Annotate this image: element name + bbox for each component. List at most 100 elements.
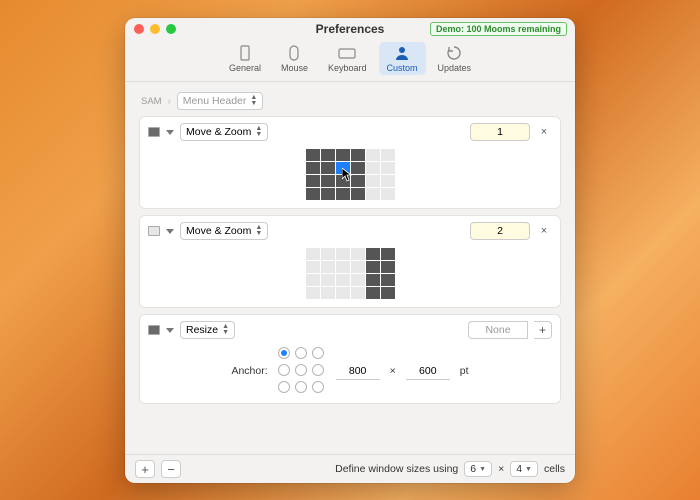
disclosure-toggle[interactable]: [166, 229, 174, 234]
window-title: Preferences: [316, 22, 385, 36]
anchor-radio[interactable]: [278, 347, 290, 359]
anchor-radio[interactable]: [295, 381, 307, 393]
anchor-label: Anchor:: [231, 365, 267, 377]
row-swatch-icon[interactable]: [148, 127, 160, 137]
grid-cell[interactable]: [321, 261, 335, 273]
disclosure-toggle[interactable]: [166, 328, 174, 333]
movezoom-grid[interactable]: [306, 248, 395, 299]
grid-cell[interactable]: [366, 274, 380, 286]
grid-cell[interactable]: [321, 287, 335, 299]
grid-cell[interactable]: [321, 248, 335, 260]
grid-cell[interactable]: [351, 261, 365, 273]
grid-cell[interactable]: [351, 175, 365, 187]
row-swatch-icon[interactable]: [148, 325, 160, 335]
grid-cell[interactable]: [351, 188, 365, 200]
tab-keyboard[interactable]: Keyboard: [320, 42, 375, 75]
action-type-popup[interactable]: Move & Zoom ▲▼: [180, 222, 268, 240]
grid-cell[interactable]: [321, 149, 335, 161]
action-type-popup[interactable]: Resize ▲▼: [180, 321, 235, 339]
close-button[interactable]: [134, 24, 144, 34]
hotkey-clear-button[interactable]: ×: [536, 126, 552, 138]
anchor-radio[interactable]: [278, 364, 290, 376]
grid-cell[interactable]: [306, 162, 320, 174]
grid-cell[interactable]: [336, 248, 350, 260]
row-swatch-icon[interactable]: [148, 226, 160, 236]
grid-cell[interactable]: [366, 248, 380, 260]
anchor-radio[interactable]: [312, 364, 324, 376]
custom-row: Move & Zoom ▲▼ 2 ×: [139, 215, 561, 308]
grid-cell[interactable]: [381, 248, 395, 260]
grid-cell[interactable]: [351, 274, 365, 286]
grid-cell[interactable]: [321, 274, 335, 286]
grid-cell[interactable]: [306, 175, 320, 187]
grid-cell[interactable]: [381, 149, 395, 161]
anchor-radio[interactable]: [312, 347, 324, 359]
add-row-button[interactable]: +: [135, 460, 155, 478]
grid-cell[interactable]: [336, 261, 350, 273]
anchor-radio[interactable]: [295, 347, 307, 359]
grid-cell[interactable]: [381, 188, 395, 200]
anchor-radio[interactable]: [295, 364, 307, 376]
grid-cell[interactable]: [336, 274, 350, 286]
hotkey-field[interactable]: 2: [470, 222, 530, 240]
tab-mouse[interactable]: Mouse: [273, 42, 316, 75]
action-type-popup[interactable]: Move & Zoom ▲▼: [180, 123, 268, 141]
grid-cell[interactable]: [306, 188, 320, 200]
grid-cell[interactable]: [321, 162, 335, 174]
grid-cell[interactable]: [366, 149, 380, 161]
grid-cell[interactable]: [351, 287, 365, 299]
movezoom-grid[interactable]: [306, 149, 395, 200]
anchor-radio-grid: [278, 347, 326, 395]
anchor-radio[interactable]: [278, 381, 290, 393]
grid-cell[interactable]: [381, 175, 395, 187]
tab-label: General: [229, 63, 261, 73]
zoom-button[interactable]: [166, 24, 176, 34]
grid-cell[interactable]: [366, 162, 380, 174]
breadcrumb-root: SAM: [141, 96, 162, 107]
grid-cell[interactable]: [306, 274, 320, 286]
disclosure-toggle[interactable]: [166, 130, 174, 135]
grid-cell[interactable]: [321, 188, 335, 200]
grid-cell[interactable]: [306, 261, 320, 273]
minimize-button[interactable]: [150, 24, 160, 34]
grid-cell[interactable]: [306, 149, 320, 161]
grid-cell[interactable]: [381, 162, 395, 174]
grid-cell[interactable]: [321, 175, 335, 187]
grid-cell[interactable]: [306, 248, 320, 260]
grid-cell[interactable]: [336, 188, 350, 200]
grid-cell[interactable]: [381, 261, 395, 273]
grid-cell[interactable]: [336, 149, 350, 161]
remove-row-button[interactable]: −: [161, 460, 181, 478]
grid-cell[interactable]: [351, 162, 365, 174]
grid-cell[interactable]: [351, 149, 365, 161]
grid-cell[interactable]: [381, 287, 395, 299]
times-label: ×: [498, 463, 504, 475]
grid-cell[interactable]: [366, 188, 380, 200]
grid-cell[interactable]: [336, 287, 350, 299]
hotkey-add-button[interactable]: +: [534, 321, 552, 339]
grid-cell[interactable]: [336, 175, 350, 187]
grid-cell[interactable]: [366, 287, 380, 299]
grid-rows-popup[interactable]: 4 ▼: [510, 461, 538, 477]
tab-updates[interactable]: Updates: [430, 42, 480, 75]
menu-header-popup[interactable]: Menu Header ▲▼: [177, 92, 264, 110]
hotkey-field[interactable]: None: [468, 321, 528, 339]
anchor-radio[interactable]: [312, 381, 324, 393]
tab-label: Keyboard: [328, 63, 367, 73]
grid-cell[interactable]: [351, 248, 365, 260]
tab-general[interactable]: General: [221, 42, 269, 75]
hotkey-field[interactable]: 1: [470, 123, 530, 141]
grid-cell[interactable]: [336, 162, 350, 174]
height-field[interactable]: [406, 363, 450, 380]
grid-cell[interactable]: [366, 261, 380, 273]
tab-custom[interactable]: Custom: [379, 42, 426, 75]
grid-cell[interactable]: [366, 175, 380, 187]
width-field[interactable]: [336, 363, 380, 380]
hotkey-clear-button[interactable]: ×: [536, 225, 552, 237]
grid-cell[interactable]: [306, 287, 320, 299]
grid-cols-popup[interactable]: 6 ▼: [464, 461, 492, 477]
titlebar: Preferences Demo: 100 Mooms remaining: [125, 18, 575, 40]
grid-cell[interactable]: [381, 274, 395, 286]
custom-row: Move & Zoom ▲▼ 1 ×: [139, 116, 561, 209]
keyboard-icon: [337, 44, 357, 62]
